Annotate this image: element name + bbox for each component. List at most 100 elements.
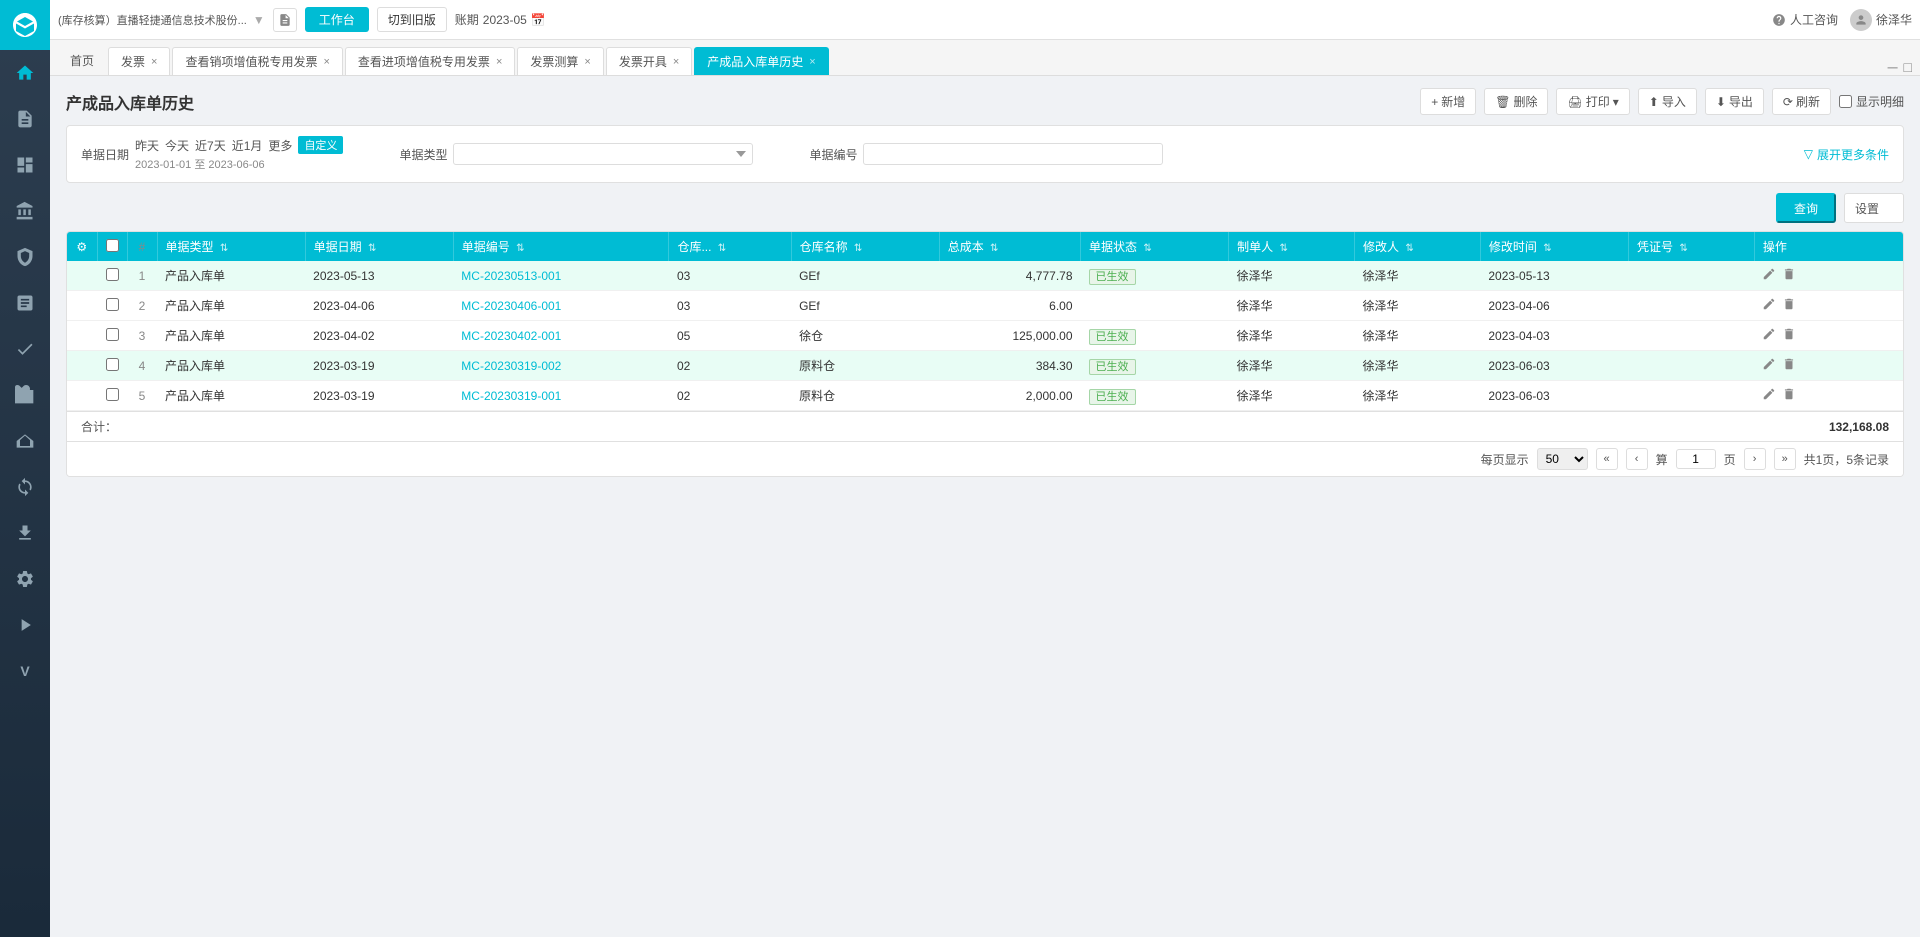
row-checkbox-cell[interactable] <box>97 261 127 291</box>
sidebar-item-voucher[interactable] <box>0 326 50 372</box>
col-status[interactable]: 单据状态 ⇅ <box>1081 232 1229 261</box>
tab-invoice[interactable]: 发票 × <box>108 47 170 75</box>
row-checkbox-cell[interactable] <box>97 351 127 381</box>
col-date[interactable]: 单据日期 ⇅ <box>305 232 453 261</box>
expand-conditions[interactable]: ▽ 展开更多条件 <box>1804 146 1889 163</box>
tab-invoice-close[interactable]: × <box>151 56 157 68</box>
prev-page-btn[interactable]: ‹ <box>1626 448 1648 470</box>
row-checkbox[interactable] <box>106 388 119 401</box>
row-number-link[interactable]: MC-20230513-001 <box>461 269 561 283</box>
row-delete-icon[interactable] <box>1782 357 1796 374</box>
type-select[interactable] <box>453 143 753 165</box>
row-number-link[interactable]: MC-20230319-001 <box>461 389 561 403</box>
query-button[interactable]: 查询 <box>1776 193 1836 223</box>
col-modify-time[interactable]: 修改时间 ⇅ <box>1480 232 1628 261</box>
col-select-all[interactable] <box>97 232 127 261</box>
show-detail-checkbox[interactable] <box>1839 95 1852 108</box>
tab-invoice-calc[interactable]: 发票测算 × <box>517 47 603 75</box>
sidebar-item-analytics[interactable] <box>0 142 50 188</box>
date-yesterday[interactable]: 昨天 <box>135 137 159 154</box>
row-delete-icon[interactable] <box>1782 387 1796 404</box>
row-edit-icon[interactable] <box>1762 297 1776 314</box>
sidebar-item-inventory[interactable] <box>0 372 50 418</box>
refresh-button[interactable]: ⟳ 刷新 <box>1772 88 1831 115</box>
first-page-btn[interactable]: « <box>1596 448 1618 470</box>
maximize-btn[interactable]: □ <box>1904 59 1912 75</box>
row-number[interactable]: MC-20230319-002 <box>453 351 669 381</box>
col-creator[interactable]: 制单人 ⇅ <box>1229 232 1355 261</box>
sidebar-item-invoice[interactable] <box>0 96 50 142</box>
delete-button[interactable]: 🗑 删除 <box>1484 88 1548 115</box>
tab-sales-vat-close[interactable]: × <box>323 56 329 68</box>
number-input[interactable] <box>863 143 1163 165</box>
col-voucher[interactable]: 凭证号 ⇅ <box>1628 232 1754 261</box>
col-total-cost[interactable]: 总成本 ⇅ <box>939 232 1080 261</box>
page-number-input[interactable] <box>1676 449 1716 469</box>
col-settings[interactable]: ⚙ <box>67 232 97 261</box>
sidebar-item-sync[interactable] <box>0 464 50 510</box>
row-edit-icon[interactable] <box>1762 387 1776 404</box>
tab-home[interactable]: 首页 <box>58 46 106 75</box>
import-button[interactable]: ⬆ 导入 <box>1638 88 1697 115</box>
new-button[interactable]: + 新增 <box>1420 88 1476 115</box>
tab-product-inbound-close[interactable]: × <box>809 56 815 68</box>
doc-icon-btn[interactable] <box>273 8 297 32</box>
row-checkbox[interactable] <box>106 298 119 311</box>
date-more[interactable]: 更多 <box>268 137 292 154</box>
calendar-icon[interactable]: 📅 <box>531 13 546 27</box>
sidebar-item-bank[interactable] <box>0 188 50 234</box>
row-checkbox[interactable] <box>106 328 119 341</box>
row-edit-icon[interactable] <box>1762 357 1776 374</box>
row-number-link[interactable]: MC-20230319-002 <box>461 359 561 373</box>
export-button[interactable]: ⬇ 导出 <box>1705 88 1764 115</box>
sidebar-item-security[interactable] <box>0 234 50 280</box>
page-size-select[interactable]: 10 20 50 100 <box>1537 448 1588 470</box>
row-number[interactable]: MC-20230319-001 <box>453 381 669 411</box>
sidebar-item-download[interactable] <box>0 510 50 556</box>
row-number[interactable]: MC-20230513-001 <box>453 261 669 291</box>
app-logo[interactable] <box>0 0 50 50</box>
row-delete-icon[interactable] <box>1782 327 1796 344</box>
row-number-link[interactable]: MC-20230402-001 <box>461 329 561 343</box>
col-modifier[interactable]: 修改人 ⇅ <box>1355 232 1481 261</box>
minimize-btn[interactable]: ─ <box>1888 59 1898 75</box>
sidebar-item-v[interactable]: V <box>0 648 50 694</box>
sidebar-item-warehouse[interactable] <box>0 418 50 464</box>
row-checkbox[interactable] <box>106 358 119 371</box>
col-number[interactable]: 单据编号 ⇅ <box>453 232 669 261</box>
sidebar-item-settings[interactable] <box>0 556 50 602</box>
settings-icon[interactable]: ⚙ <box>76 240 87 254</box>
row-checkbox-cell[interactable] <box>97 291 127 321</box>
row-edit-icon[interactable] <box>1762 327 1776 344</box>
col-type[interactable]: 单据类型 ⇅ <box>157 232 305 261</box>
workbench-button[interactable]: 工作台 <box>305 7 369 32</box>
sidebar-item-reports[interactable] <box>0 280 50 326</box>
row-checkbox-cell[interactable] <box>97 321 127 351</box>
row-delete-icon[interactable] <box>1782 267 1796 284</box>
date-1month[interactable]: 近1月 <box>232 137 263 154</box>
select-all-checkbox[interactable] <box>106 239 119 252</box>
col-warehouse-code[interactable]: 仓库... ⇅ <box>669 232 791 261</box>
row-checkbox-cell[interactable] <box>97 381 127 411</box>
row-edit-icon[interactable] <box>1762 267 1776 284</box>
tab-invoice-issue-close[interactable]: × <box>673 56 679 68</box>
tab-purchase-vat-close[interactable]: × <box>496 56 502 68</box>
service-btn[interactable]: 人工咨询 <box>1772 11 1838 28</box>
sidebar-item-video[interactable] <box>0 602 50 648</box>
tab-purchase-vat[interactable]: 查看进项增值税专用发票 × <box>345 47 515 75</box>
date-custom[interactable]: 自定义 <box>298 136 343 154</box>
row-number[interactable]: MC-20230402-001 <box>453 321 669 351</box>
switch-version-button[interactable]: 切到旧版 <box>377 7 447 32</box>
row-delete-icon[interactable] <box>1782 297 1796 314</box>
tab-invoice-calc-close[interactable]: × <box>584 56 590 68</box>
tab-product-inbound[interactable]: 产成品入库单历史 × <box>694 47 828 75</box>
next-page-btn[interactable]: › <box>1744 448 1766 470</box>
last-page-btn[interactable]: » <box>1774 448 1796 470</box>
print-button[interactable]: 🖨 打印 ▾ <box>1556 88 1629 115</box>
sidebar-item-home[interactable] <box>0 50 50 96</box>
col-warehouse-name[interactable]: 仓库名称 ⇅ <box>791 232 939 261</box>
tab-invoice-issue[interactable]: 发票开具 × <box>606 47 692 75</box>
date-today[interactable]: 今天 <box>165 137 189 154</box>
user-area[interactable]: 徐泽华 <box>1850 9 1912 31</box>
row-checkbox[interactable] <box>106 268 119 281</box>
